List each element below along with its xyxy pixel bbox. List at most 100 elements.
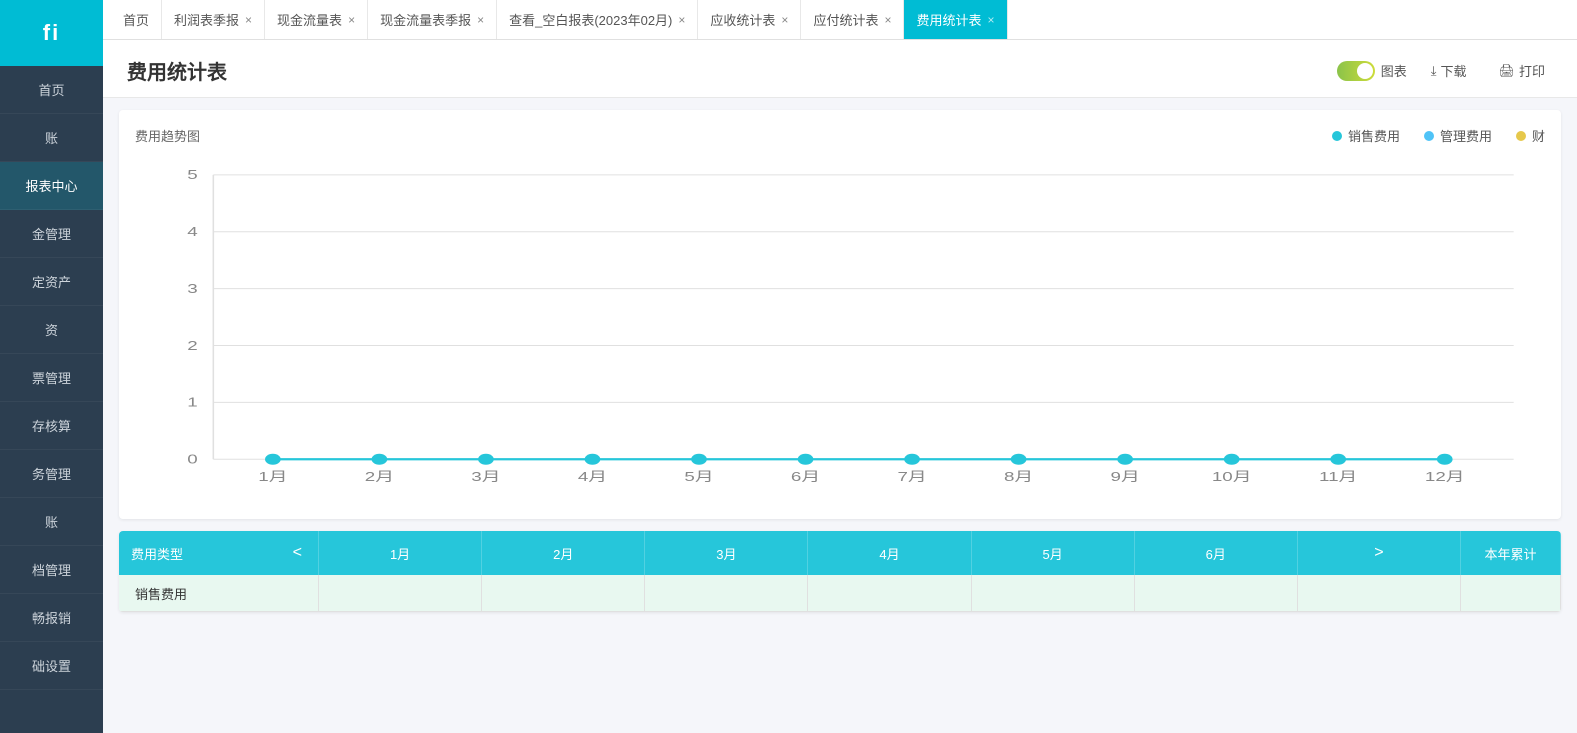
legend-sales: 销售费用 (1332, 126, 1400, 145)
print-label: 打印 (1519, 61, 1545, 80)
svg-text:11月: 11月 (1319, 470, 1357, 485)
page-title: 费用统计表 (127, 56, 227, 85)
sidebar-item-reports[interactable]: 报表中心 (0, 162, 103, 210)
table-next-button[interactable]: > (1370, 544, 1387, 562)
th-month-2: 2月 (482, 531, 645, 575)
svg-text:10月: 10月 (1212, 470, 1252, 485)
close-tab-receivable[interactable]: × (781, 13, 788, 27)
chart-section: 费用趋势图 销售费用 管理费用 财 (119, 110, 1561, 519)
table-row: 销售费用 (119, 575, 1561, 612)
tab-payable[interactable]: 应付统计表 × (801, 0, 904, 40)
sidebar-item-ledger[interactable]: 账 (0, 498, 103, 546)
td-sales-m2 (482, 575, 645, 611)
th-month-5: 5月 (972, 531, 1135, 575)
sidebar-item-assets[interactable]: 定资产 (0, 258, 103, 306)
svg-text:12月: 12月 (1425, 470, 1465, 485)
legend-finance: 财 (1516, 126, 1545, 145)
th-type: 费用类型 < (119, 531, 319, 575)
close-tab-cashflow[interactable]: × (348, 13, 355, 27)
svg-text:4: 4 (187, 225, 197, 240)
tab-expense-stats[interactable]: 费用统计表 × (904, 0, 1007, 40)
svg-text:2: 2 (187, 339, 197, 354)
chart-toggle[interactable] (1337, 61, 1375, 81)
tab-blank-report[interactable]: 查看_空白报表(2023年02月) × (497, 0, 698, 40)
chart-toggle-wrapper: 图表 (1337, 61, 1407, 81)
download-label: 下载 (1440, 61, 1466, 80)
sidebar: fi 首页 账 报表中心 金管理 定资产 资 票管理 存核算 务管理 账 档管理… (0, 0, 103, 733)
tab-cashflow[interactable]: 现金流量表 × (265, 0, 368, 40)
tab-receivable[interactable]: 应收统计表 × (698, 0, 801, 40)
legend-label-sales: 销售费用 (1348, 126, 1400, 145)
svg-text:2月: 2月 (365, 470, 394, 485)
legend-admin: 管理费用 (1424, 126, 1492, 145)
page-header: 费用统计表 图表 ⤓ 下载 🖨 打印 (103, 40, 1577, 98)
download-button[interactable]: ⤓ 下载 (1423, 57, 1475, 84)
th-type-label: 费用类型 (131, 544, 183, 563)
sidebar-item-home[interactable]: 首页 (0, 66, 103, 114)
th-month-6: 6月 (1135, 531, 1298, 575)
td-sales-m3 (645, 575, 808, 611)
svg-text:3: 3 (187, 282, 197, 297)
chart-toggle-label: 图表 (1381, 61, 1407, 80)
sidebar-item-inventory[interactable]: 存核算 (0, 402, 103, 450)
sidebar-item-archive[interactable]: 档管理 (0, 546, 103, 594)
legend-dot-admin (1424, 131, 1434, 141)
tab-home[interactable]: 首页 (111, 0, 162, 40)
th-month-1: 1月 (319, 531, 482, 575)
td-sales-total (1461, 575, 1561, 611)
svg-text:8月: 8月 (1004, 470, 1033, 485)
chart-title: 费用趋势图 (135, 126, 200, 145)
tab-cashflow-quarterly[interactable]: 现金流量表季报 × (368, 0, 497, 40)
svg-text:0: 0 (187, 452, 197, 467)
td-sales-m1 (319, 575, 482, 611)
header-actions: 图表 ⤓ 下载 🖨 打印 (1337, 57, 1553, 84)
legend-dot-sales (1332, 131, 1342, 141)
close-tab-payable[interactable]: × (884, 13, 891, 27)
legend-label-finance: 财 (1532, 126, 1545, 145)
table-prev-button[interactable]: < (289, 544, 306, 562)
th-month-3: 3月 (645, 531, 808, 575)
td-sales-m6 (1135, 575, 1298, 611)
svg-text:1: 1 (187, 395, 197, 410)
legend-label-admin: 管理费用 (1440, 126, 1492, 145)
svg-text:3月: 3月 (471, 470, 500, 485)
svg-text:9月: 9月 (1111, 470, 1140, 485)
tab-bar: 首页 利润表季报 × 现金流量表 × 现金流量表季报 × 查看_空白报表(202… (103, 0, 1577, 40)
print-button[interactable]: 🖨 打印 (1490, 57, 1553, 84)
main-content: 首页 利润表季报 × 现金流量表 × 现金流量表季报 × 查看_空白报表(202… (103, 0, 1577, 733)
chart-svg: 0 1 2 3 4 5 1月 2月 3月 4月 5月 6月 7月 8月 9月 (135, 153, 1545, 503)
close-tab-expense-stats[interactable]: × (987, 13, 994, 27)
th-total: 本年累计 (1461, 531, 1561, 575)
page-content: 费用统计表 图表 ⤓ 下载 🖨 打印 费用趋势图 (103, 40, 1577, 733)
close-tab-blank-report[interactable]: × (678, 13, 685, 27)
sidebar-item-settings[interactable]: 础设置 (0, 642, 103, 690)
svg-text:1月: 1月 (258, 470, 287, 485)
th-nav-next[interactable]: > (1298, 531, 1461, 575)
legend-dot-finance (1516, 131, 1526, 141)
chart-legend: 销售费用 管理费用 财 (1332, 126, 1545, 145)
svg-text:6月: 6月 (791, 470, 820, 485)
tab-profit-quarterly[interactable]: 利润表季报 × (162, 0, 265, 40)
td-sales-m5 (972, 575, 1135, 611)
table-header: 费用类型 < 1月 2月 3月 4月 5月 6月 > 本年累计 (119, 531, 1561, 575)
td-type-sales: 销售费用 (119, 575, 319, 611)
sidebar-item-expense[interactable]: 畅报销 (0, 594, 103, 642)
close-tab-cashflow-quarterly[interactable]: × (477, 13, 484, 27)
chart-container: 0 1 2 3 4 5 1月 2月 3月 4月 5月 6月 7月 8月 9月 (135, 153, 1545, 503)
svg-text:4月: 4月 (578, 470, 607, 485)
sidebar-item-finance[interactable]: 金管理 (0, 210, 103, 258)
td-sales-m4 (808, 575, 971, 611)
th-month-4: 4月 (808, 531, 971, 575)
close-tab-profit-quarterly[interactable]: × (245, 13, 252, 27)
sidebar-item-invoice[interactable]: 票管理 (0, 354, 103, 402)
svg-text:7月: 7月 (897, 470, 926, 485)
app-logo: fi (0, 0, 103, 66)
svg-text:5: 5 (187, 168, 197, 183)
expense-table: 费用类型 < 1月 2月 3月 4月 5月 6月 > 本年累计 销售费用 (119, 531, 1561, 612)
print-icon: 🖨 (1498, 63, 1515, 79)
sidebar-item-capital[interactable]: 资 (0, 306, 103, 354)
td-sales-nav (1298, 575, 1461, 611)
sidebar-item-account[interactable]: 账 (0, 114, 103, 162)
sidebar-item-affairs[interactable]: 务管理 (0, 450, 103, 498)
svg-text:5月: 5月 (684, 470, 713, 485)
